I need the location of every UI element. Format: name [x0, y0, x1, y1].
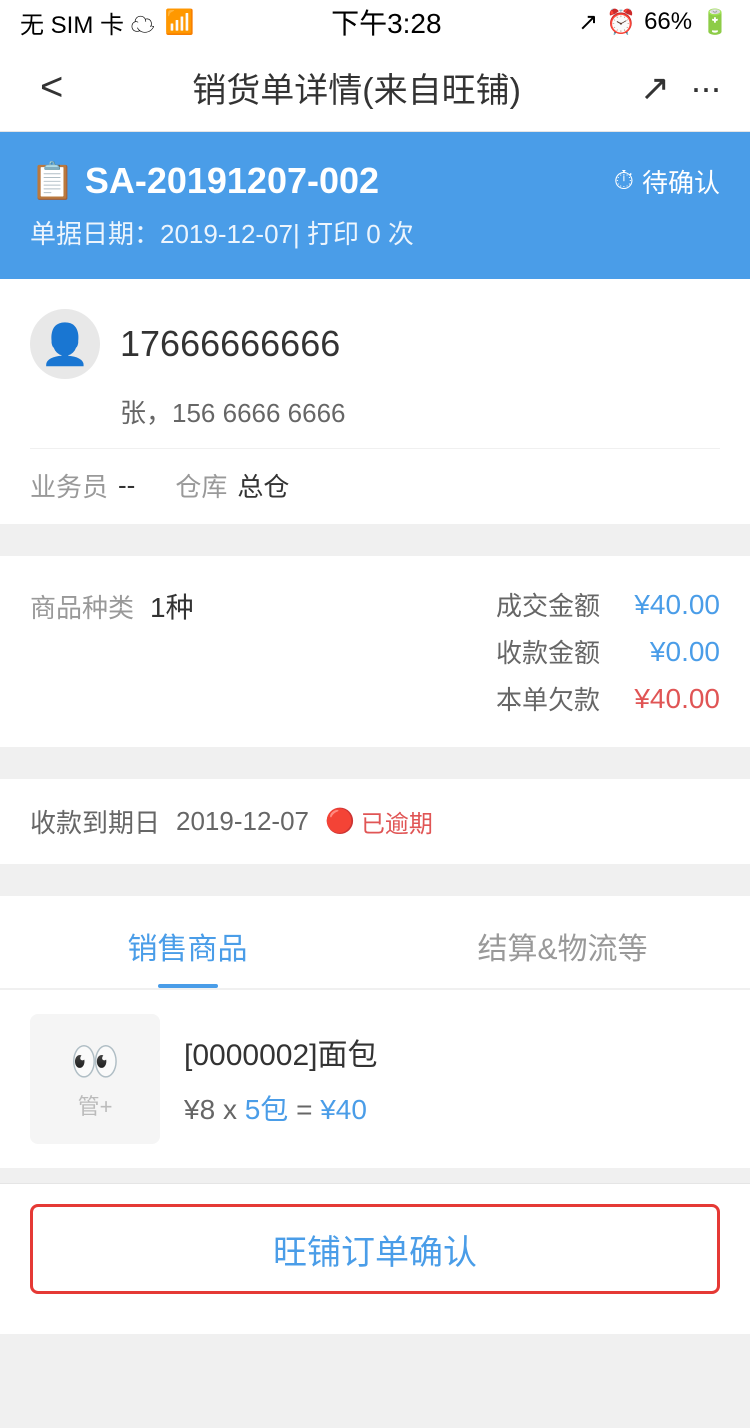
sim-label: 无 SIM 卡 ☁ [20, 5, 155, 40]
owed-value: ¥40.00 [620, 683, 720, 715]
more-button[interactable]: ··· [690, 67, 720, 109]
product-name: [0000002]面包 [184, 1030, 720, 1074]
location-icon: ↗ [578, 8, 598, 37]
customer-phone: 17666666666 [120, 323, 340, 365]
alarm-icon: ⏰ [606, 8, 636, 37]
divider-3 [0, 864, 750, 880]
warehouse-item: 仓库 总仓 [175, 467, 289, 504]
status-text: 待确认 [642, 163, 720, 200]
status-clock-icon: ⏱ [614, 165, 634, 197]
overdue-badge: 🔴 已逾期 [325, 804, 433, 839]
customer-name: 张，156 6666 6666 [30, 393, 720, 430]
payment-amount-row: 收款金额 ¥0.00 [496, 633, 720, 670]
quantity: 5包 [245, 1094, 289, 1125]
customer-top: 👤 17666666666 [30, 309, 720, 379]
due-date-label: 收款到期日 [30, 803, 160, 840]
tabs-section: 销售商品 结算&物流等 👀 管+ [0000002]面包 ¥8 x 5包 = ¥… [0, 896, 750, 1168]
status-bar: 无 SIM 卡 ☁ 📶 下午3:28 ↗ ⏰ 66% 🔋 [0, 0, 750, 44]
tab-sales-products[interactable]: 销售商品 [0, 896, 375, 988]
overdue-text: 已逾期 [361, 804, 433, 839]
sales-value: -- [118, 470, 135, 501]
transaction-value: ¥40.00 [620, 589, 720, 621]
order-date: 单据日期：2019-12-07| 打印 0 次 [30, 214, 720, 251]
product-thumbnail: 👀 管+ [30, 1014, 160, 1144]
transaction-label: 成交金额 [496, 586, 600, 623]
tabs-row: 销售商品 结算&物流等 [0, 896, 750, 990]
status-right: ↗ ⏰ 66% 🔋 [578, 8, 730, 37]
battery-label: 66% [644, 8, 692, 36]
overdue-icon: 🔴 [325, 807, 355, 836]
wifi-icon: 📶 [165, 8, 195, 37]
price-unit: ¥8 [184, 1094, 215, 1125]
order-status: ⏱ 待确认 [614, 163, 720, 200]
divider-1 [0, 524, 750, 540]
transaction-amount-row: 成交金额 ¥40.00 [496, 586, 720, 623]
order-icon: 📋 [30, 160, 75, 202]
back-button[interactable]: < [30, 55, 73, 120]
sales-label: 业务员 [30, 467, 108, 504]
product-info: [0000002]面包 ¥8 x 5包 = ¥40 [184, 1030, 720, 1128]
status-time: 下午3:28 [331, 2, 442, 42]
owed-amount-row: 本单欠款 ¥40.00 [496, 680, 720, 717]
due-date-value: 2019-12-07 [176, 806, 309, 837]
warehouse-value: 总仓 [237, 467, 289, 504]
summary-section: 商品种类 1种 成交金额 ¥40.00 收款金额 ¥0.00 本单欠款 ¥40.… [0, 556, 750, 747]
confirm-order-button[interactable]: 旺铺订单确认 [30, 1204, 720, 1294]
total-price: ¥40 [320, 1094, 367, 1125]
owed-label: 本单欠款 [496, 680, 600, 717]
customer-section: 👤 17666666666 张，156 6666 6666 业务员 -- 仓库 … [0, 279, 750, 524]
tab-settlement-logistics[interactable]: 结算&物流等 [375, 896, 750, 988]
sales-item: 业务员 -- [30, 467, 135, 504]
product-types: 商品种类 1种 [30, 586, 194, 626]
order-id-value: SA-20191207-002 [85, 160, 379, 202]
status-left: 无 SIM 卡 ☁ 📶 [20, 5, 195, 40]
order-header: 📋 SA-20191207-002 ⏱ 待确认 单据日期：2019-12-07|… [0, 132, 750, 279]
avatar: 👤 [30, 309, 100, 379]
customer-meta: 业务员 -- 仓库 总仓 [30, 448, 720, 504]
multiply-sign: x [223, 1094, 237, 1125]
page-title: 销货单详情(来自旺铺) [192, 63, 521, 112]
payment-label: 收款金额 [496, 633, 600, 670]
order-id-row: 📋 SA-20191207-002 ⏱ 待确认 [30, 160, 720, 202]
nav-actions: ↗ ··· [640, 67, 720, 109]
product-price-row: ¥8 x 5包 = ¥40 [184, 1088, 720, 1128]
battery-icon: 🔋 [700, 8, 730, 37]
nav-bar: < 销货单详情(来自旺铺) ↗ ··· [0, 44, 750, 132]
due-date-section: 收款到期日 2019-12-07 🔴 已逾期 [0, 779, 750, 864]
product-types-value: 1种 [150, 586, 194, 626]
logo-text: 管+ [78, 1089, 113, 1121]
product-logo: 👀 管+ [70, 1038, 120, 1121]
product-item: 👀 管+ [0000002]面包 ¥8 x 5包 = ¥40 [0, 990, 750, 1168]
warehouse-label: 仓库 [175, 467, 227, 504]
amounts-section: 成交金额 ¥40.00 收款金额 ¥0.00 本单欠款 ¥40.00 [496, 586, 720, 717]
avatar-icon: 👤 [40, 321, 90, 368]
equals-sign: = [296, 1094, 312, 1125]
bottom-action: 旺铺订单确认 [0, 1183, 750, 1334]
logo-eyes-icon: 👀 [70, 1038, 120, 1085]
order-id: 📋 SA-20191207-002 [30, 160, 379, 202]
payment-value: ¥0.00 [620, 636, 720, 668]
share-button[interactable]: ↗ [640, 67, 670, 109]
divider-2 [0, 747, 750, 763]
product-types-label: 商品种类 [30, 588, 134, 625]
